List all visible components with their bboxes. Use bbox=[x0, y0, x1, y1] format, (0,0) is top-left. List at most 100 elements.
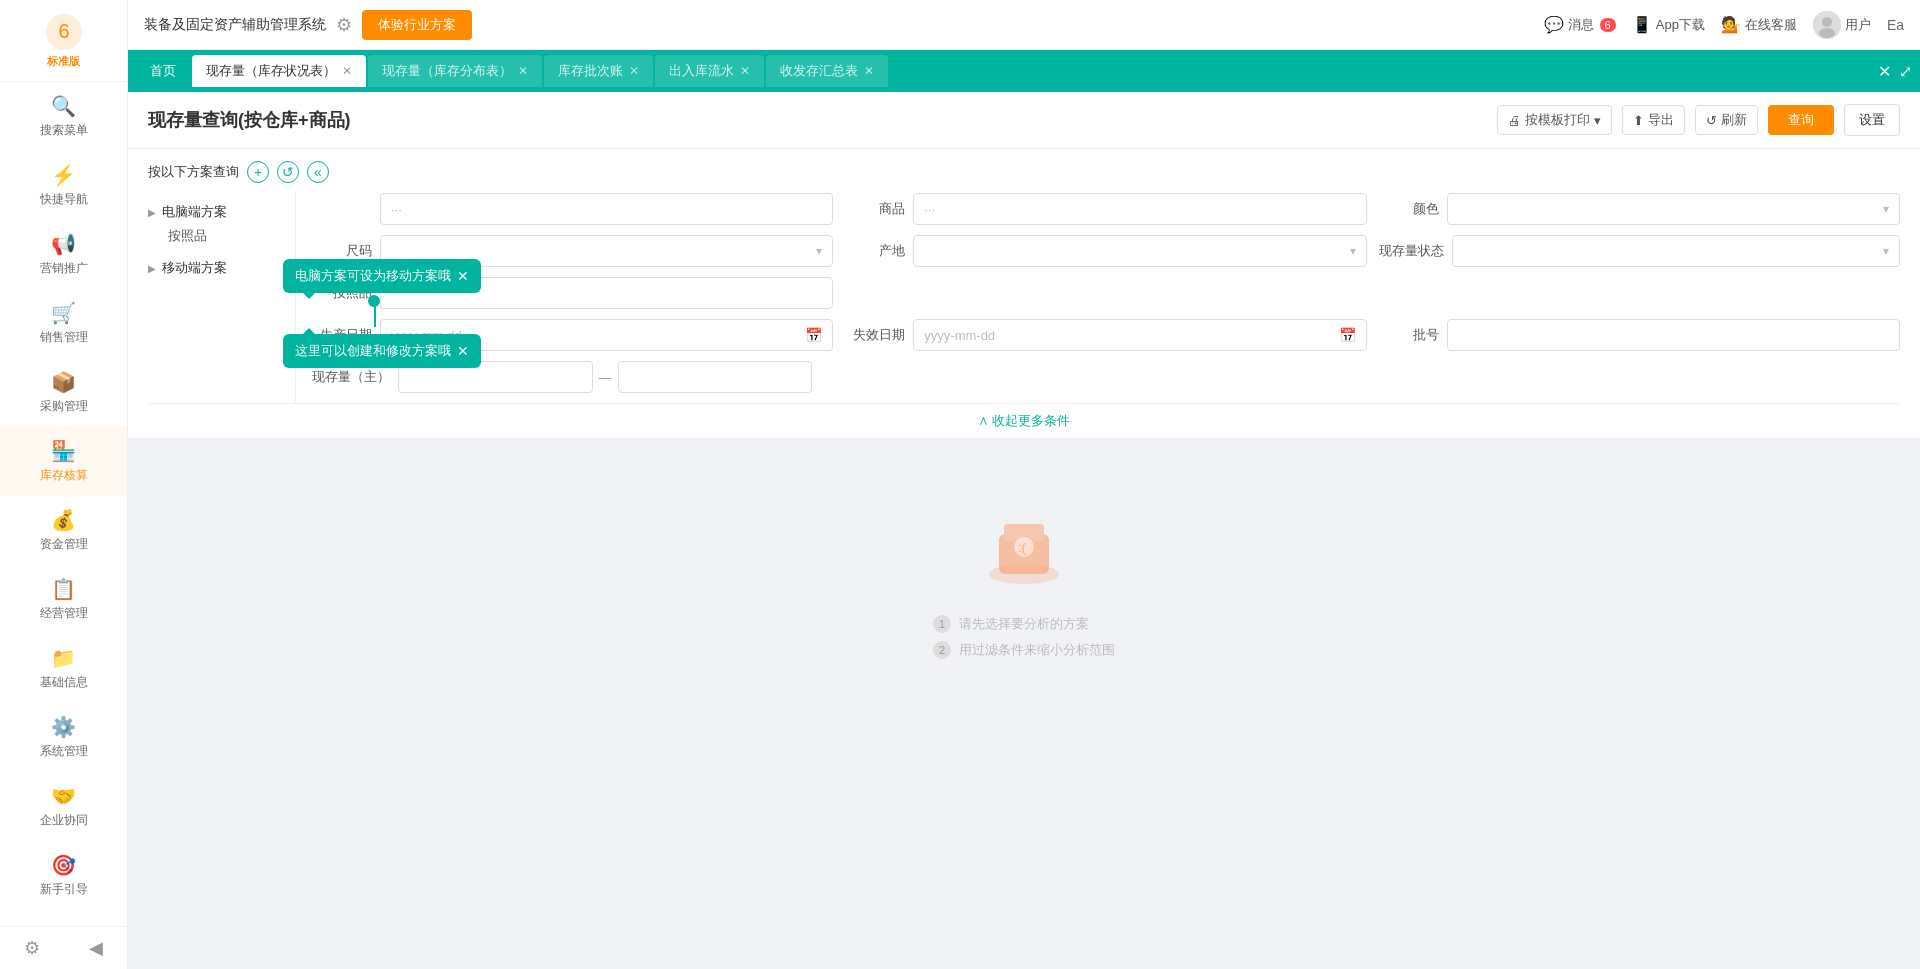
sidebar-item-enterprise[interactable]: 🤝 企业协同 bbox=[0, 772, 127, 841]
tab-inventory-dist[interactable]: 现存量（库存分布表） ✕ bbox=[368, 55, 542, 87]
sidebar-item-label: 新手引导 bbox=[40, 881, 88, 898]
basic-icon: 📁 bbox=[51, 646, 76, 670]
service-icon: 💁 bbox=[1721, 15, 1741, 34]
stock-status-arrow-icon bbox=[1883, 244, 1889, 258]
refresh-button[interactable]: ↺ 刷新 bbox=[1695, 105, 1758, 135]
sidebar-item-guide[interactable]: 🎯 新手引导 bbox=[0, 841, 127, 910]
sidebar-item-ops[interactable]: 📋 经营管理 bbox=[0, 565, 127, 634]
warehouse-dots: ··· bbox=[391, 202, 402, 217]
back-btn[interactable]: « bbox=[307, 161, 329, 183]
app-logo-icon: 6 bbox=[44, 12, 84, 52]
online-service-label: 在线客服 bbox=[1745, 16, 1797, 34]
topbar-right: 💬 消息 6 📱 App下载 💁 在线客服 用户 Ea bbox=[1544, 11, 1904, 39]
collapse-bar[interactable]: ∧ 收起更多条件 bbox=[148, 403, 1900, 438]
industry-button[interactable]: 体验行业方案 bbox=[362, 10, 472, 40]
origin-label: 产地 bbox=[845, 242, 905, 260]
sidebar-item-label: 资金管理 bbox=[40, 536, 88, 553]
add-scheme-btn[interactable]: + bbox=[247, 161, 269, 183]
sidebar-item-label: 经营管理 bbox=[40, 605, 88, 622]
print-label: 按模板打印 bbox=[1525, 111, 1590, 129]
tab-in-out-flow[interactable]: 出入库流水 ✕ bbox=[655, 55, 764, 87]
sidebar-item-system[interactable]: ⚙️ 系统管理 bbox=[0, 703, 127, 772]
svg-point-4 bbox=[1819, 28, 1835, 38]
filter-with-panel: ▶ 电脑端方案 按照品 ▶ 移动端方案 bbox=[148, 193, 1900, 403]
notifications-item[interactable]: 💬 消息 6 bbox=[1544, 15, 1616, 34]
tooltip2-close[interactable]: ✕ bbox=[457, 343, 469, 359]
sidebar-item-sales[interactable]: 🛒 销售管理 bbox=[0, 289, 127, 358]
tab-inventory-dist-close[interactable]: ✕ bbox=[518, 64, 528, 78]
sidebar-item-label: 搜索菜单 bbox=[40, 122, 88, 139]
tab-batch-account[interactable]: 库存批次账 ✕ bbox=[544, 55, 653, 87]
sidebar-item-basic[interactable]: 📁 基础信息 bbox=[0, 634, 127, 703]
tab-batch-account-label: 库存批次账 bbox=[558, 62, 623, 80]
reset-button[interactable]: 设置 bbox=[1844, 104, 1900, 136]
desktop-scheme-header[interactable]: ▶ 电脑端方案 bbox=[148, 201, 295, 223]
export-label: 导出 bbox=[1648, 111, 1674, 129]
tabbar-actions: ✕ ⤢ bbox=[1878, 62, 1912, 81]
tab-inventory-status[interactable]: 现存量（库存状况表） ✕ bbox=[192, 55, 366, 87]
color-control[interactable] bbox=[1447, 193, 1900, 225]
empty-state: :( 1 请先选择要分析的方案 2 用过滤条件来缩小分析范围 bbox=[128, 439, 1920, 699]
sidebar-item-finance[interactable]: 💰 资金管理 bbox=[0, 496, 127, 565]
search-icon: 🔍 bbox=[51, 94, 76, 118]
calendar-icon2: 📅 bbox=[1339, 327, 1356, 343]
print-button[interactable]: 🖨 按模板打印 ▾ bbox=[1497, 105, 1612, 135]
app-download-label: App下载 bbox=[1656, 16, 1705, 34]
ops-icon: 📋 bbox=[51, 577, 76, 601]
tab-inventory-status-close[interactable]: ✕ bbox=[342, 64, 352, 78]
header-actions: 🖨 按模板打印 ▾ ⬆ 导出 ↺ 刷新 查询 设置 bbox=[1497, 104, 1900, 136]
stock-status-label: 现存量状态 bbox=[1379, 242, 1444, 260]
sidebar-item-search[interactable]: 🔍 搜索菜单 bbox=[0, 82, 127, 151]
filter-header: 按以下方案查询 + ↺ « bbox=[148, 161, 1900, 183]
top-right-ea: Ea bbox=[1887, 17, 1904, 33]
refresh-scheme-btn[interactable]: ↺ bbox=[277, 161, 299, 183]
tab-collect-report[interactable]: 收发存汇总表 ✕ bbox=[766, 55, 888, 87]
stock-qty-max-input[interactable] bbox=[618, 361, 813, 393]
page-title: 现存量查询(按仓库+商品) bbox=[148, 108, 351, 132]
sidebar-bottom: ⚙ ◀ bbox=[0, 926, 127, 969]
export-icon: ⬆ bbox=[1633, 113, 1644, 128]
origin-control[interactable] bbox=[913, 235, 1366, 267]
warehouse-control[interactable]: ··· bbox=[380, 193, 833, 225]
filter-main: ··· 商品 ··· 颜色 bbox=[296, 193, 1900, 403]
mobile-scheme-header[interactable]: ▶ 移动端方案 bbox=[148, 257, 295, 279]
svg-text::(: :( bbox=[1018, 540, 1027, 555]
tab-batch-account-close[interactable]: ✕ bbox=[629, 64, 639, 78]
sidebar-item-purchase[interactable]: 📦 采购管理 bbox=[0, 358, 127, 427]
tab-in-out-flow-label: 出入库流水 bbox=[669, 62, 734, 80]
goods-control[interactable]: ··· bbox=[913, 193, 1366, 225]
nav-icon: ⚡ bbox=[51, 163, 76, 187]
batch-no-control[interactable] bbox=[1447, 319, 1900, 351]
tooltip1-close[interactable]: ✕ bbox=[457, 268, 469, 284]
filter-expiry-date: 失效日期 yyyy-mm-dd 📅 bbox=[845, 319, 1366, 351]
app-download-item[interactable]: 📱 App下载 bbox=[1632, 15, 1705, 34]
online-service-item[interactable]: 💁 在线客服 bbox=[1721, 15, 1797, 34]
expand-btn[interactable]: ⤢ bbox=[1899, 62, 1912, 81]
tab-home[interactable]: 首页 bbox=[136, 55, 190, 87]
tab-in-out-flow-close[interactable]: ✕ bbox=[740, 64, 750, 78]
expiry-date-control[interactable]: yyyy-mm-dd 📅 bbox=[913, 319, 1366, 351]
user-item[interactable]: 用户 bbox=[1813, 11, 1871, 39]
close-all-tabs-btn[interactable]: ✕ bbox=[1878, 62, 1891, 81]
export-button[interactable]: ⬆ 导出 bbox=[1622, 105, 1685, 135]
sidebar-logo: 6 标准版 bbox=[0, 0, 127, 82]
stock-status-control[interactable] bbox=[1452, 235, 1900, 267]
filter-batch-no: 批号 bbox=[1379, 319, 1900, 351]
sales-icon: 🛒 bbox=[51, 301, 76, 325]
settings-icon[interactable]: ⚙ bbox=[24, 937, 40, 959]
tab-collect-report-close[interactable]: ✕ bbox=[864, 64, 874, 78]
phone-icon: 📱 bbox=[1632, 15, 1652, 34]
sidebar-item-label: 采购管理 bbox=[40, 398, 88, 415]
user-label: 用户 bbox=[1845, 16, 1871, 34]
sidebar-item-label: 基础信息 bbox=[40, 674, 88, 691]
tooltip-create-scheme: 这里可以创建和修改方案哦 ✕ bbox=[283, 334, 481, 368]
topbar-settings-icon[interactable]: ⚙ bbox=[336, 14, 352, 36]
sidebar-item-nav[interactable]: ⚡ 快捷导航 bbox=[0, 151, 127, 220]
collapse-sidebar-icon[interactable]: ◀ bbox=[89, 937, 103, 959]
search-button[interactable]: 查询 bbox=[1768, 105, 1834, 135]
content-header: 现存量查询(按仓库+商品) 🖨 按模板打印 ▾ ⬆ 导出 ↺ 刷新 查询 设置 bbox=[128, 92, 1920, 149]
sidebar-item-inventory[interactable]: 🏪 库存核算 bbox=[0, 427, 127, 496]
expiry-date-label: 失效日期 bbox=[845, 326, 905, 344]
scheme-item-by-product[interactable]: 按照品 bbox=[148, 223, 295, 249]
sidebar-item-marketing[interactable]: 📢 营销推广 bbox=[0, 220, 127, 289]
